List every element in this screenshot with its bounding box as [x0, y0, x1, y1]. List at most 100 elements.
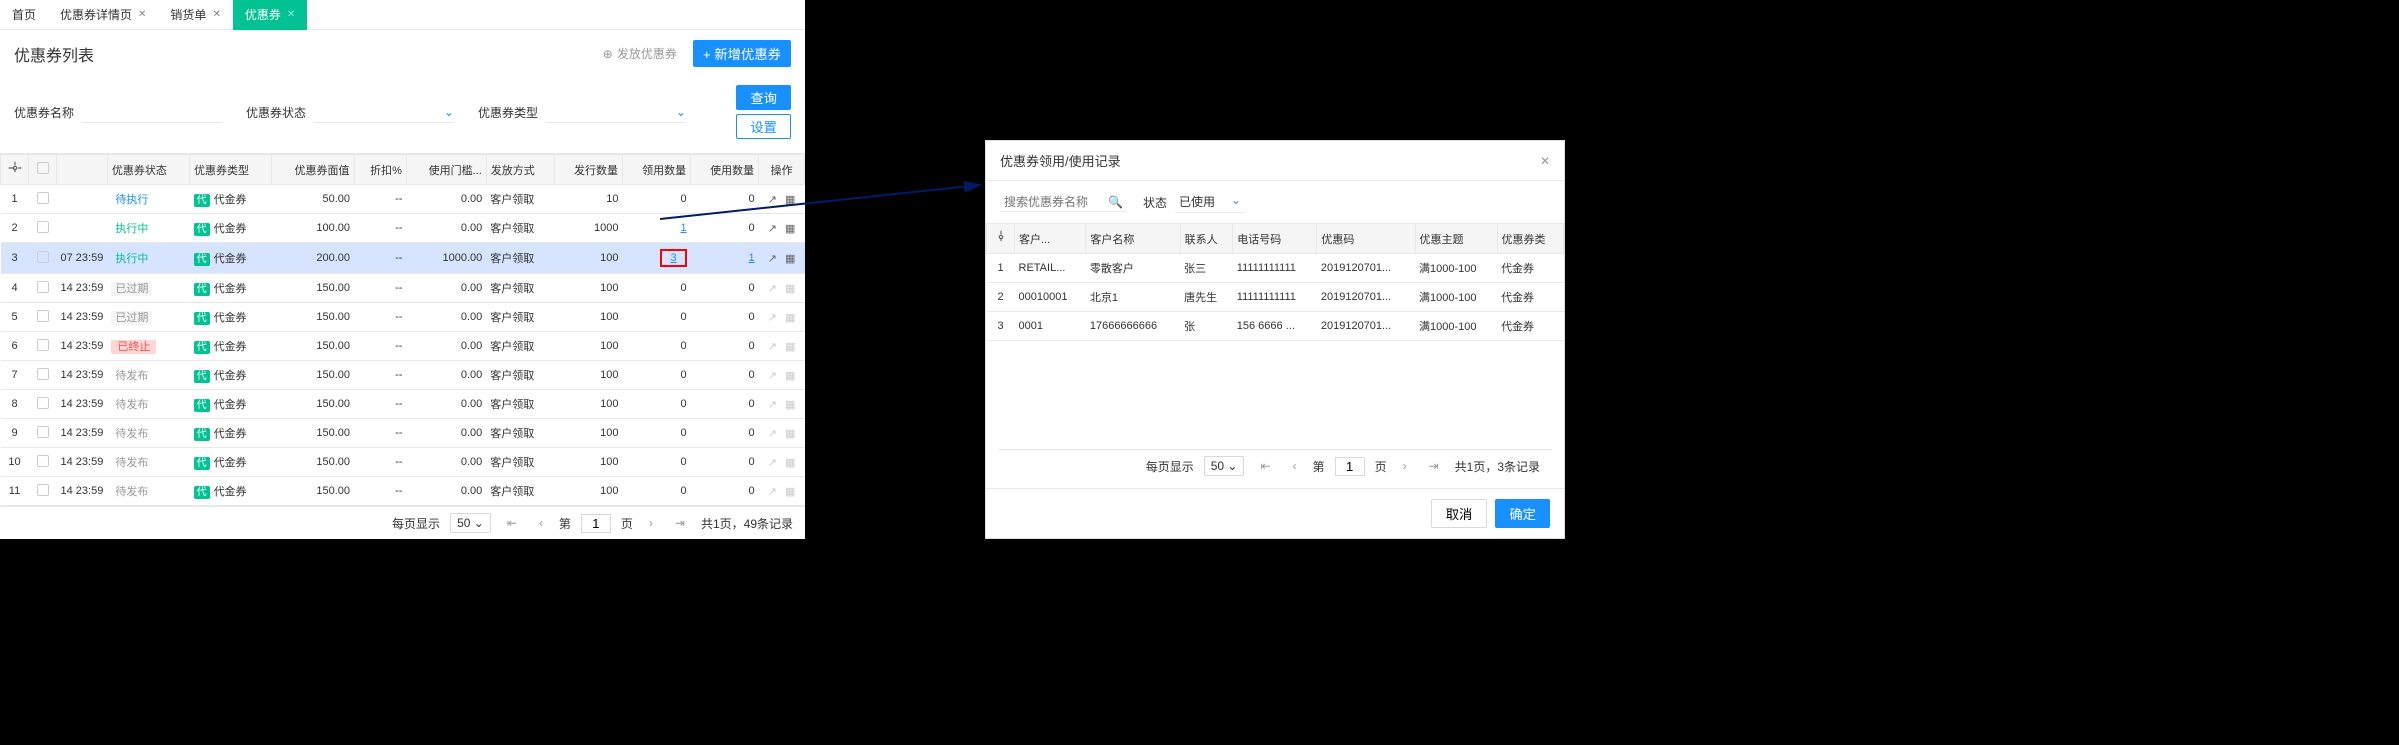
confirm-button[interactable]: 确定: [1495, 499, 1550, 528]
pagination: 每页显示 50 ⌄ ⇤ ‹ 第 页 › ⇥ 共1页，49条记录: [0, 506, 805, 539]
search-icon[interactable]: 🔍: [1108, 195, 1123, 209]
query-button[interactable]: 查询: [736, 85, 791, 110]
last-page-icon[interactable]: ⇥: [669, 514, 691, 532]
add-coupon-button[interactable]: + 新增优惠券: [693, 40, 791, 67]
share-icon[interactable]: ↗: [768, 252, 777, 265]
type-badge: 代: [194, 283, 210, 296]
share-icon: ↗: [768, 369, 777, 382]
type-badge: 代: [194, 312, 210, 325]
close-icon[interactable]: ✕: [138, 9, 146, 20]
status-badge: 待发布: [111, 369, 152, 383]
table-row[interactable]: 2 执行中 代代金券 100.00 -- 0.00 客户领取 1000 1 0 …: [1, 214, 805, 243]
table-row[interactable]: 4 14 23:59 已过期 代代金券 150.00 -- 0.00 客户领取 …: [1, 274, 805, 303]
last-page-icon[interactable]: ⇥: [1423, 457, 1445, 475]
tab-label: 首页: [12, 6, 36, 23]
gear-icon[interactable]: [8, 161, 22, 175]
table-row[interactable]: 8 14 23:59 待发布 代代金券 150.00 -- 0.00 客户领取 …: [1, 390, 805, 419]
table-row[interactable]: 3 07 23:59 执行中 代代金券 200.00 -- 1000.00 客户…: [1, 243, 805, 274]
type-badge: 代: [194, 457, 210, 470]
type-badge: 代: [194, 428, 210, 441]
qr-icon[interactable]: ▦: [785, 193, 795, 206]
share-icon: ↗: [768, 282, 777, 295]
status-badge: 执行中: [111, 252, 152, 266]
table-row[interactable]: 6 14 23:59 已终止 代代金券 150.00 -- 0.00 客户领取 …: [1, 332, 805, 361]
table-row[interactable]: 10 14 23:59 待发布 代代金券 150.00 -- 0.00 客户领取…: [1, 448, 805, 477]
type-badge: 代: [194, 253, 210, 266]
share-icon[interactable]: ↗: [768, 193, 777, 206]
close-icon[interactable]: ✕: [1540, 154, 1550, 168]
qr-icon: ▦: [785, 282, 795, 295]
row-checkbox[interactable]: [37, 455, 49, 467]
close-icon[interactable]: ✕: [287, 9, 295, 20]
row-checkbox[interactable]: [37, 426, 49, 438]
close-icon[interactable]: ✕: [212, 9, 220, 20]
row-checkbox[interactable]: [37, 281, 49, 293]
usage-record-modal: 优惠券领用/使用记录 ✕ 🔍 状态 已使用 客户... 客户名称 联系人: [985, 140, 1565, 539]
qr-icon: ▦: [785, 311, 795, 324]
next-page-icon[interactable]: ›: [643, 514, 659, 532]
qr-icon[interactable]: ▦: [785, 252, 795, 265]
tab-coupon-detail[interactable]: 优惠券详情页✕: [48, 0, 158, 30]
claim-count-link[interactable]: 3: [670, 252, 676, 264]
tab-label: 优惠券: [245, 6, 281, 23]
per-page-select[interactable]: 50 ⌄: [450, 513, 491, 533]
coupon-table: 优惠券状态 优惠券类型 优惠券面值 折扣% 使用门槛... 发放方式 发行数量 …: [0, 154, 805, 506]
row-checkbox[interactable]: [37, 310, 49, 322]
qr-icon: ▦: [785, 456, 795, 469]
next-page-icon[interactable]: ›: [1397, 457, 1413, 475]
search-input[interactable]: [1004, 195, 1104, 209]
table-row[interactable]: 1 待执行 代代金券 50.00 -- 0.00 客户领取 10 0 0 ↗▦: [1, 185, 805, 214]
row-checkbox[interactable]: [37, 484, 49, 496]
select-all-checkbox[interactable]: [37, 162, 49, 174]
tab-sales-order[interactable]: 销货单✕: [158, 0, 232, 30]
row-checkbox[interactable]: [37, 192, 49, 204]
gear-icon[interactable]: [994, 230, 1008, 244]
table-row[interactable]: 1 RETAIL... 零散客户 张三 11111111111 20191207…: [987, 254, 1564, 283]
qr-icon: ▦: [785, 427, 795, 440]
row-checkbox[interactable]: [37, 368, 49, 380]
tab-bar: 首页 优惠券详情页✕ 销货单✕ 优惠券 ✕: [0, 0, 805, 30]
table-row[interactable]: 2 00010001 北京1 唐先生 11111111111 201912070…: [987, 283, 1564, 312]
table-row[interactable]: 5 14 23:59 已过期 代代金券 150.00 -- 0.00 客户领取 …: [1, 303, 805, 332]
share-icon: ↗: [768, 427, 777, 440]
distribute-button[interactable]: ⊕ 发放优惠券: [595, 40, 685, 67]
filter-type-select[interactable]: ⌄: [546, 101, 686, 123]
row-checkbox[interactable]: [37, 221, 49, 233]
state-select[interactable]: 已使用: [1175, 191, 1245, 213]
share-icon: ↗: [768, 485, 777, 498]
claim-count-link[interactable]: 1: [680, 222, 686, 234]
row-checkbox[interactable]: [37, 339, 49, 351]
settings-button[interactable]: 设置: [736, 114, 791, 139]
modal-title: 优惠券领用/使用记录: [1000, 151, 1121, 170]
page-input[interactable]: [581, 514, 611, 533]
table-row[interactable]: 11 14 23:59 待发布 代代金券 150.00 -- 0.00 客户领取…: [1, 477, 805, 506]
qr-icon[interactable]: ▦: [785, 222, 795, 235]
qr-icon: ▦: [785, 485, 795, 498]
status-badge: 待发布: [111, 398, 152, 412]
state-label: 状态: [1143, 194, 1167, 211]
page-input[interactable]: [1335, 457, 1365, 476]
tab-home[interactable]: 首页: [0, 0, 48, 30]
qr-icon: ▦: [785, 340, 795, 353]
tab-coupon[interactable]: 优惠券 ✕: [233, 0, 307, 30]
table-row[interactable]: 3 0001 17666666666 张 156 6666 ... 201912…: [987, 312, 1564, 341]
pagination-summary: 共1页，49条记录: [701, 515, 793, 532]
qr-icon: ▦: [785, 369, 795, 382]
prev-page-icon[interactable]: ‹: [1287, 457, 1303, 475]
share-icon[interactable]: ↗: [768, 222, 777, 235]
first-page-icon[interactable]: ⇤: [1254, 457, 1276, 475]
use-count-link[interactable]: 1: [749, 252, 755, 264]
cancel-button[interactable]: 取消: [1431, 499, 1488, 528]
row-checkbox[interactable]: [37, 397, 49, 409]
share-icon: ↗: [768, 456, 777, 469]
search-box[interactable]: 🔍: [1000, 193, 1127, 212]
table-row[interactable]: 7 14 23:59 待发布 代代金券 150.00 -- 0.00 客户领取 …: [1, 361, 805, 390]
per-page-select[interactable]: 50 ⌄: [1204, 456, 1245, 476]
filter-name-input[interactable]: [82, 101, 222, 123]
page-title: 优惠券列表: [14, 42, 94, 66]
prev-page-icon[interactable]: ‹: [533, 514, 549, 532]
first-page-icon[interactable]: ⇤: [501, 514, 523, 532]
table-row[interactable]: 9 14 23:59 待发布 代代金券 150.00 -- 0.00 客户领取 …: [1, 419, 805, 448]
filter-status-select[interactable]: ⌄: [314, 101, 454, 123]
row-checkbox[interactable]: [37, 251, 49, 263]
